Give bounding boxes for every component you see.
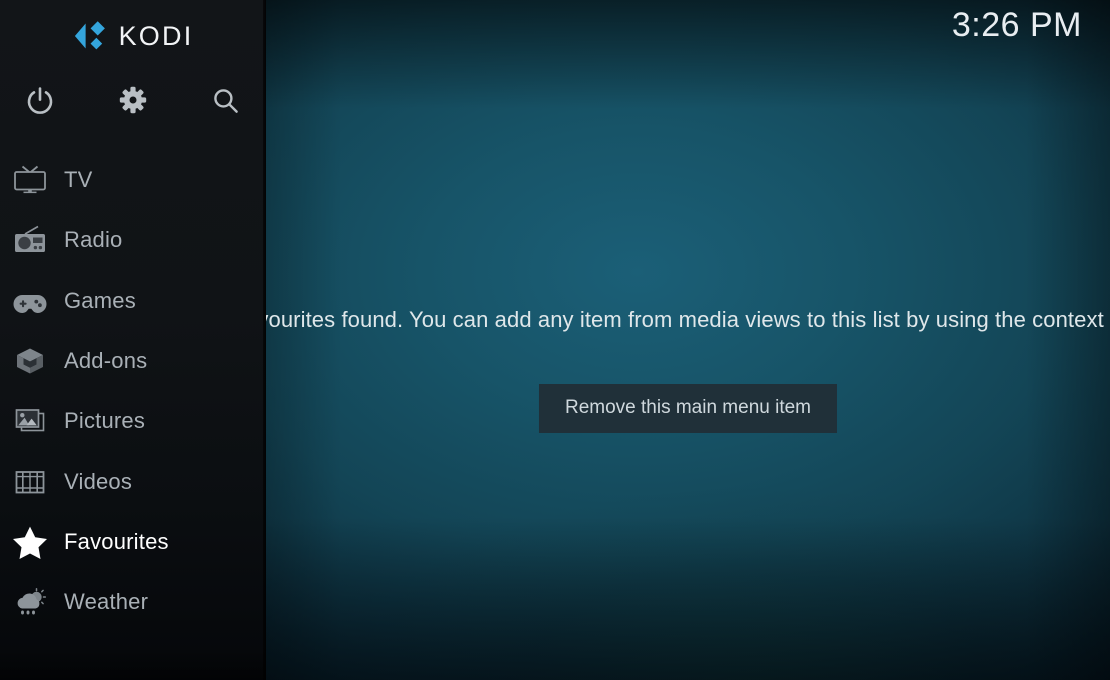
- tv-icon: [8, 162, 52, 198]
- gamepad-icon: [8, 283, 52, 319]
- sidebar-bottom-shade: [0, 650, 266, 680]
- settings-button[interactable]: [110, 78, 156, 122]
- picture-icon: [8, 403, 52, 439]
- sidebar-item-games[interactable]: Games: [0, 271, 266, 331]
- sidebar-item-label: Pictures: [64, 408, 146, 434]
- package-icon: [8, 343, 52, 379]
- power-icon: [27, 86, 53, 114]
- sidebar-item-favourites[interactable]: Favourites: [0, 512, 266, 572]
- sidebar-item-label: Favourites: [64, 528, 169, 554]
- sidebar-item-tv[interactable]: TV: [0, 150, 266, 210]
- gear-icon: [119, 86, 147, 114]
- sidebar-item-label: Radio: [64, 227, 123, 253]
- sidebar-item-label: Weather: [64, 589, 149, 615]
- sidebar-item-label: Games: [64, 287, 136, 313]
- sidebar-item-label: TV: [64, 167, 93, 193]
- clock: 3:26 PM: [951, 6, 1082, 44]
- sidebar-item-label: Add-ons: [64, 348, 148, 374]
- sidebar-item-weather[interactable]: Weather: [0, 572, 266, 632]
- radio-icon: [8, 222, 52, 258]
- sidebar-item-pictures[interactable]: Pictures: [0, 391, 266, 451]
- app-logo: KODI: [0, 15, 266, 57]
- sidebar-item-videos[interactable]: Videos: [0, 451, 266, 511]
- empty-state: No favourites found. You can add any ite…: [266, 305, 1110, 433]
- kodi-home-screen: KODI TV Radio Games Add-ons Pictures Vid…: [0, 0, 1110, 680]
- empty-message-clip: No favourites found. You can add any ite…: [266, 305, 1110, 370]
- sidebar-item-addons[interactable]: Add-ons: [0, 331, 266, 391]
- weather-icon: [8, 584, 52, 620]
- filmstrip-icon: [8, 464, 52, 500]
- empty-message: No favourites found. You can add any ite…: [266, 307, 1110, 332]
- search-icon: [213, 88, 238, 113]
- remove-main-menu-item-button[interactable]: Remove this main menu item: [538, 384, 838, 433]
- search-button[interactable]: [202, 78, 248, 122]
- power-button[interactable]: [17, 78, 63, 122]
- kodi-logo-icon: [74, 21, 105, 50]
- sidebar: KODI TV Radio Games Add-ons Pictures Vid…: [0, 0, 266, 680]
- quick-action-row: [0, 78, 266, 122]
- sidebar-item-label: Videos: [64, 468, 133, 494]
- main-menu: TV Radio Games Add-ons Pictures Videos F…: [0, 150, 266, 632]
- sidebar-item-radio[interactable]: Radio: [0, 210, 266, 270]
- star-icon: [8, 524, 52, 560]
- main-content: 3:26 PM No favourites found. You can add…: [266, 0, 1110, 680]
- app-logo-text: KODI: [118, 20, 194, 51]
